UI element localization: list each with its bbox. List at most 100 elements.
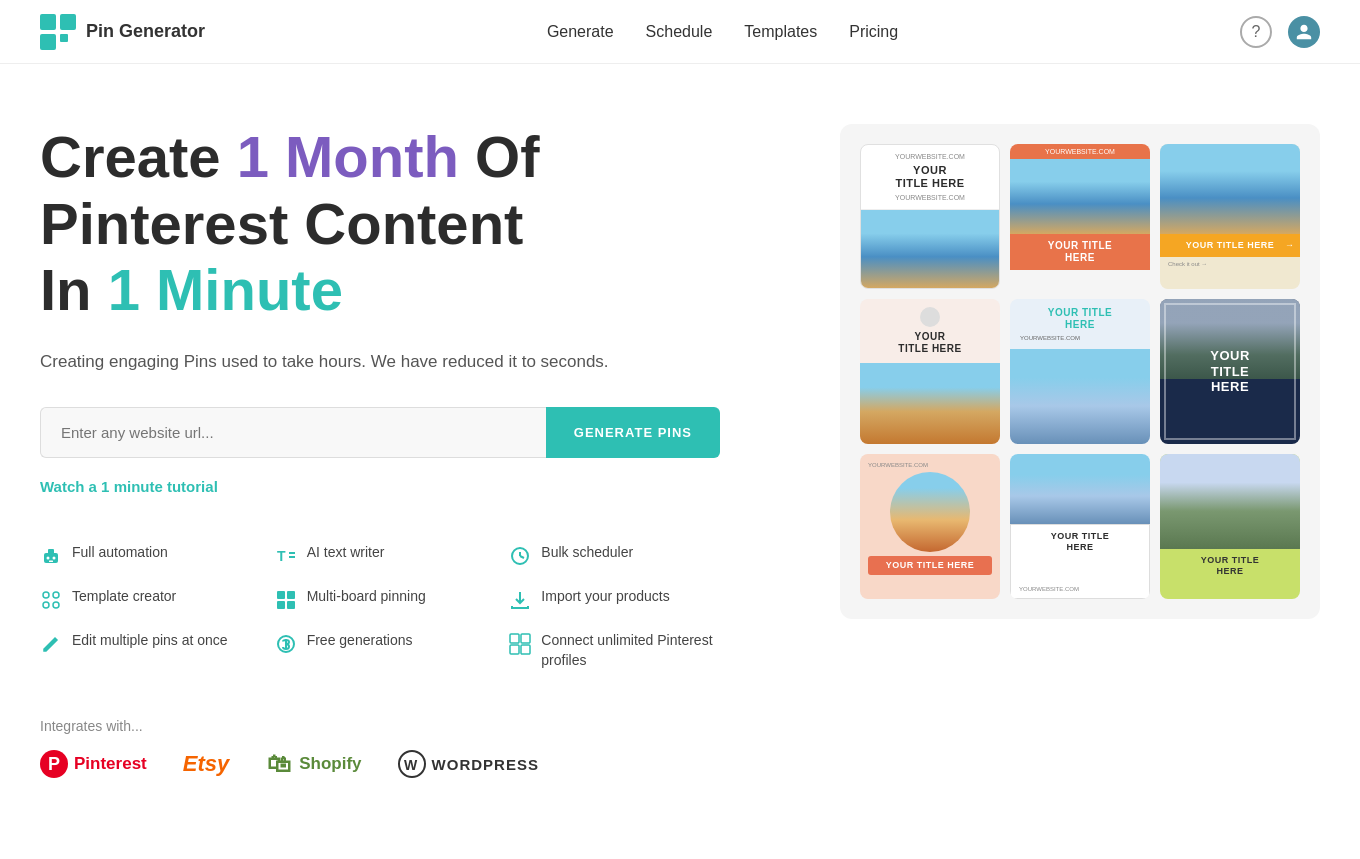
feature-edit-multiple-label: Edit multiple pins at once: [72, 631, 228, 651]
shopify-icon: 🛍: [265, 750, 293, 778]
svg-rect-21: [277, 601, 285, 609]
svg-rect-22: [287, 601, 295, 609]
pin-card-7: YOURWEBSITE.COM YOUR TITLE HERE: [860, 454, 1000, 599]
nav-generate[interactable]: Generate: [547, 23, 614, 41]
feature-free-gen-label: Free generations: [307, 631, 413, 651]
edit-icon: [40, 633, 62, 655]
navbar: Pin Generator Generate Schedule Template…: [0, 0, 1360, 64]
hero-subtitle: Creating engaging Pins used to take hour…: [40, 348, 720, 375]
feature-bulk-scheduler-label: Bulk scheduler: [541, 543, 633, 563]
shopify-text: Shopify: [299, 754, 361, 774]
feature-import-label: Import your products: [541, 587, 669, 607]
left-section: Create 1 Month Of Pinterest Content In 1…: [40, 124, 720, 778]
feature-import: Import your products: [509, 587, 720, 611]
pinterest-icon: P: [40, 750, 68, 778]
nav-links: Generate Schedule Templates Pricing: [547, 23, 898, 41]
url-input-row: GENERATE PINS: [40, 407, 720, 458]
pin-5-image: [1010, 349, 1150, 444]
svg-rect-26: [521, 634, 530, 643]
shopify-logo: 🛍 Shopify: [265, 750, 361, 778]
pin-8-image: [1010, 454, 1150, 524]
main-content: Create 1 Month Of Pinterest Content In 1…: [0, 64, 1360, 818]
etsy-logo: Etsy: [183, 751, 229, 777]
svg-rect-0: [40, 14, 56, 30]
feature-automation-label: Full automation: [72, 543, 168, 563]
tutorial-link[interactable]: Watch a 1 minute tutorial: [40, 478, 218, 495]
pin-card-6: YOURTITLEHERE: [1160, 299, 1300, 444]
svg-rect-3: [60, 34, 68, 42]
feature-bulk-scheduler: Bulk scheduler: [509, 543, 720, 567]
pin-grid-section: YOURWEBSITE.COM YOURTITLE HERE YOURWEBSI…: [840, 124, 1320, 619]
svg-line-14: [520, 556, 524, 558]
feature-connect-label: Connect unlimited Pinterest profiles: [541, 631, 720, 670]
pin-card-2: YOURWEBSITE.COM YOUR TITLEHERE: [1010, 144, 1150, 289]
feature-template: Template creator: [40, 587, 251, 611]
etsy-text: Etsy: [183, 751, 229, 777]
url-input[interactable]: [40, 407, 546, 458]
nav-icons: ?: [1240, 16, 1320, 48]
pinterest-logo: P Pinterest: [40, 750, 147, 778]
pin-3-image: [1160, 144, 1300, 234]
features-grid: Full automation T AI text writer Bulk sc…: [40, 543, 720, 670]
pin-4-image: [860, 363, 1000, 444]
pin-7-circle-image: [890, 472, 970, 552]
help-button[interactable]: ?: [1240, 16, 1272, 48]
logo-icon: [40, 14, 76, 50]
feature-template-label: Template creator: [72, 587, 176, 607]
feature-automation: Full automation: [40, 543, 251, 567]
connect-icon: [509, 633, 531, 655]
feature-multi-board: Multi-board pinning: [275, 587, 486, 611]
pin-card-1: YOURWEBSITE.COM YOURTITLE HERE YOURWEBSI…: [860, 144, 1000, 289]
svg-rect-8: [49, 561, 53, 563]
highlight-month: 1 Month: [237, 124, 459, 189]
feature-edit-multiple: Edit multiple pins at once: [40, 631, 251, 670]
pin-card-5: YOUR TITLEHERE YOURWEBSITE.COM: [1010, 299, 1150, 444]
pin-card-4: YOURTITLE HERE: [860, 299, 1000, 444]
integrations-section: Integrates with... P Pinterest Etsy: [40, 718, 720, 778]
feature-connect: Connect unlimited Pinterest profiles: [509, 631, 720, 670]
feature-ai-text-label: AI text writer: [307, 543, 385, 563]
svg-point-7: [53, 557, 56, 560]
logo[interactable]: Pin Generator: [40, 14, 205, 50]
nav-schedule[interactable]: Schedule: [646, 23, 713, 41]
svg-text:P: P: [48, 754, 60, 774]
user-icon: [1295, 23, 1313, 41]
feature-free-gen: Free generations: [275, 631, 486, 670]
pin-card-9: YOUR TITLEHERE: [1160, 454, 1300, 599]
svg-rect-20: [287, 591, 295, 599]
dollar-icon: [275, 633, 297, 655]
svg-point-6: [47, 557, 50, 560]
logos-row: P Pinterest Etsy 🛍 Shopify: [40, 750, 720, 778]
clock-icon: [509, 545, 531, 567]
robot-icon: [40, 545, 62, 567]
svg-rect-19: [277, 591, 285, 599]
svg-text:T: T: [277, 548, 286, 564]
pinterest-text: Pinterest: [74, 754, 147, 774]
svg-point-16: [53, 592, 59, 598]
highlight-minute: 1 Minute: [108, 257, 343, 322]
pin-card-8: YOUR TITLEHERE YOURWEBSITE.COM: [1010, 454, 1150, 599]
svg-rect-2: [40, 34, 56, 50]
text-icon: T: [275, 545, 297, 567]
hero-title: Create 1 Month Of Pinterest Content In 1…: [40, 124, 720, 324]
svg-rect-25: [510, 634, 519, 643]
wordpress-icon: W: [398, 750, 426, 778]
svg-point-17: [43, 602, 49, 608]
nav-pricing[interactable]: Pricing: [849, 23, 898, 41]
svg-rect-5: [48, 549, 54, 554]
wordpress-text: WordPress: [432, 756, 539, 773]
user-avatar[interactable]: [1288, 16, 1320, 48]
feature-ai-text: T AI text writer: [275, 543, 486, 567]
svg-text:W: W: [404, 757, 418, 773]
pin-card-3: YOUR TITLE HERE → Check it out →: [1160, 144, 1300, 289]
pin-1-image: [861, 210, 999, 288]
pin-9-image: [1160, 454, 1300, 549]
feature-multi-board-label: Multi-board pinning: [307, 587, 426, 607]
svg-rect-28: [521, 645, 530, 654]
grid-icon: [275, 589, 297, 611]
generate-button[interactable]: GENERATE PINS: [546, 407, 720, 458]
svg-text:🛍: 🛍: [267, 750, 291, 777]
logo-text: Pin Generator: [86, 21, 205, 42]
import-icon: [509, 589, 531, 611]
nav-templates[interactable]: Templates: [744, 23, 817, 41]
